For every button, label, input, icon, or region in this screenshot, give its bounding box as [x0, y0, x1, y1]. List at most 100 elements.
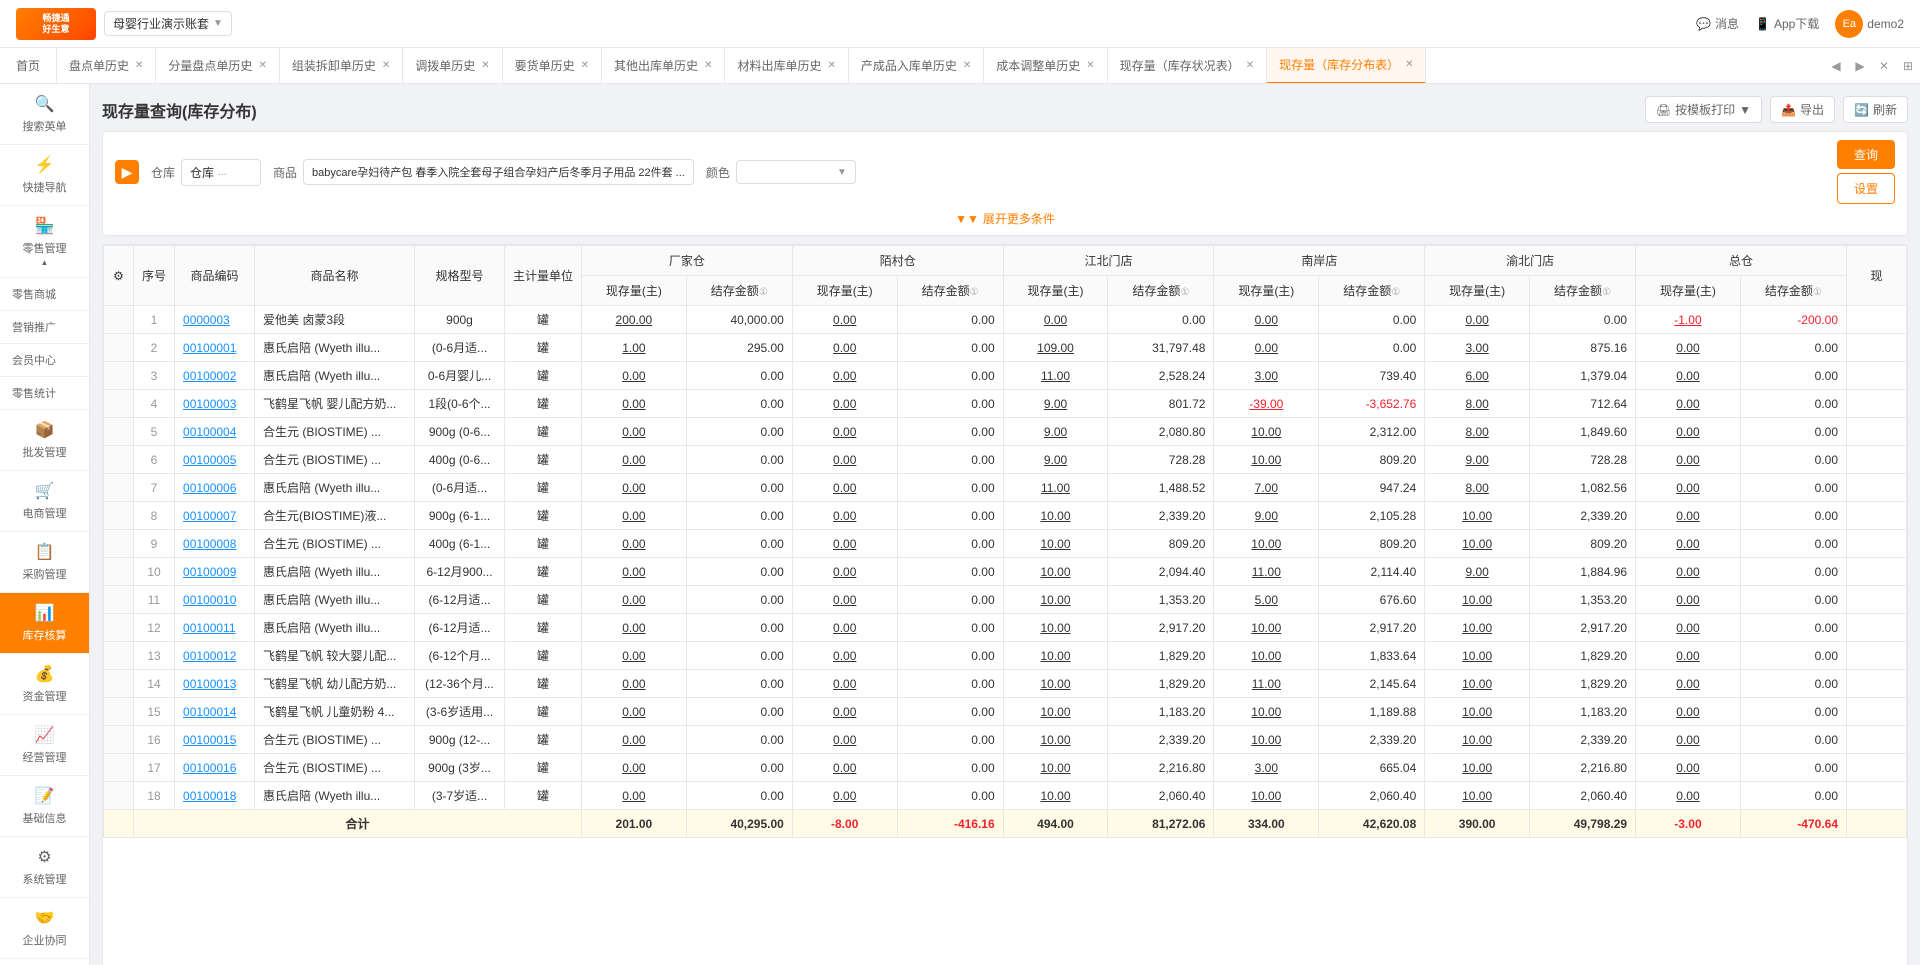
sidebar-item-guide[interactable]: 🎯 新手引导	[0, 959, 89, 965]
row-yb-stock[interactable]: 10.00	[1425, 502, 1530, 530]
row-na-stock[interactable]: 5.00	[1214, 586, 1319, 614]
row-f-stock[interactable]: 0.00	[582, 670, 687, 698]
row-m-stock[interactable]: 0.00	[792, 446, 897, 474]
row-jb-stock[interactable]: 11.00	[1003, 362, 1108, 390]
row-na-stock[interactable]: 9.00	[1214, 502, 1319, 530]
gear-icon[interactable]: ⚙	[113, 269, 124, 283]
row-total-stock[interactable]: 0.00	[1636, 726, 1741, 754]
row-jb-stock[interactable]: 11.00	[1003, 474, 1108, 502]
row-total-stock[interactable]: 0.00	[1636, 418, 1741, 446]
row-m-stock[interactable]: 0.00	[792, 418, 897, 446]
tab-close-produce[interactable]: ✕	[963, 60, 971, 71]
row-total-stock[interactable]: 0.00	[1636, 390, 1741, 418]
tab-cost-adjust[interactable]: 成本调整单历史 ✕	[984, 48, 1107, 84]
row-jb-stock[interactable]: 10.00	[1003, 586, 1108, 614]
row-m-stock[interactable]: 0.00	[792, 474, 897, 502]
row-m-stock[interactable]: 0.00	[792, 754, 897, 782]
sidebar-item-member[interactable]: 会员中心	[0, 344, 89, 377]
row-code[interactable]: 00100014	[175, 698, 255, 726]
info-icon-4[interactable]: ①	[1391, 287, 1400, 298]
row-f-stock[interactable]: 0.00	[582, 614, 687, 642]
tab-close-purchase[interactable]: ✕	[581, 60, 589, 71]
warehouse-select[interactable]: 仓库 ...	[181, 159, 261, 186]
row-na-stock[interactable]: 10.00	[1214, 698, 1319, 726]
sidebar-item-system[interactable]: ⚙ 系统管理	[0, 837, 89, 898]
row-f-stock[interactable]: 0.00	[582, 586, 687, 614]
tab-close-dist[interactable]: ✕	[1405, 59, 1413, 70]
info-icon-2[interactable]: ①	[970, 287, 979, 298]
tab-home[interactable]: 首页	[0, 48, 57, 84]
row-yb-stock[interactable]: 8.00	[1425, 418, 1530, 446]
row-na-stock[interactable]: -39.00	[1214, 390, 1319, 418]
row-f-stock[interactable]: 0.00	[582, 446, 687, 474]
row-code[interactable]: 00100006	[175, 474, 255, 502]
row-na-stock[interactable]: 0.00	[1214, 306, 1319, 334]
row-total-stock[interactable]: 0.00	[1636, 502, 1741, 530]
row-total-stock[interactable]: 0.00	[1636, 754, 1741, 782]
row-m-stock[interactable]: 0.00	[792, 670, 897, 698]
row-jb-stock[interactable]: 9.00	[1003, 418, 1108, 446]
row-f-stock[interactable]: 0.00	[582, 530, 687, 558]
row-yb-stock[interactable]: 10.00	[1425, 530, 1530, 558]
row-m-stock[interactable]: 0.00	[792, 390, 897, 418]
row-f-stock[interactable]: 0.00	[582, 642, 687, 670]
row-jb-stock[interactable]: 10.00	[1003, 614, 1108, 642]
row-jb-stock[interactable]: 10.00	[1003, 642, 1108, 670]
row-jb-stock[interactable]: 10.00	[1003, 726, 1108, 754]
row-m-stock[interactable]: 0.00	[792, 502, 897, 530]
row-yb-stock[interactable]: 9.00	[1425, 558, 1530, 586]
row-code[interactable]: 00100016	[175, 754, 255, 782]
row-code[interactable]: 00100002	[175, 362, 255, 390]
tab-close-transfer[interactable]: ✕	[481, 60, 489, 71]
row-code[interactable]: 00100007	[175, 502, 255, 530]
company-selector[interactable]: 母婴行业演示账套 ▼	[104, 11, 232, 36]
tab-nav-close[interactable]: ✕	[1872, 48, 1896, 84]
row-total-stock[interactable]: 0.00	[1636, 642, 1741, 670]
row-code[interactable]: 0000003	[175, 306, 255, 334]
tab-category-count[interactable]: 分量盘点单历史 ✕	[156, 48, 279, 84]
row-f-stock[interactable]: 1.00	[582, 334, 687, 362]
row-yb-stock[interactable]: 9.00	[1425, 446, 1530, 474]
sidebar-item-enterprise[interactable]: 🤝 企业协同	[0, 898, 89, 959]
row-yb-stock[interactable]: 10.00	[1425, 726, 1530, 754]
row-m-stock[interactable]: 0.00	[792, 558, 897, 586]
row-m-stock[interactable]: 0.00	[792, 698, 897, 726]
tab-nav-prev[interactable]: ◀	[1824, 48, 1848, 84]
tab-material-out[interactable]: 材料出库单历史 ✕	[725, 48, 848, 84]
sidebar-item-wholesale[interactable]: 📦 批发管理	[0, 410, 89, 471]
row-total-stock[interactable]: 0.00	[1636, 334, 1741, 362]
row-code[interactable]: 00100001	[175, 334, 255, 362]
row-f-stock[interactable]: 0.00	[582, 502, 687, 530]
row-total-stock[interactable]: 0.00	[1636, 614, 1741, 642]
tab-stock-status[interactable]: 现存量（库存状况表） ✕	[1108, 48, 1267, 84]
row-code[interactable]: 00100018	[175, 782, 255, 810]
color-select[interactable]: ▼	[736, 160, 856, 184]
row-yb-stock[interactable]: 8.00	[1425, 390, 1530, 418]
row-f-stock[interactable]: 0.00	[582, 362, 687, 390]
tab-produce-in[interactable]: 产成品入库单历史 ✕	[849, 48, 984, 84]
row-total-stock[interactable]: 0.00	[1636, 362, 1741, 390]
tab-other-out[interactable]: 其他出库单历史 ✕	[602, 48, 725, 84]
row-jb-stock[interactable]: 10.00	[1003, 558, 1108, 586]
row-f-stock[interactable]: 0.00	[582, 418, 687, 446]
expand-conditions[interactable]: ▼▼ 展开更多条件	[115, 210, 1895, 227]
goods-select[interactable]: babycare孕妇待产包 春季入院全套母子组合孕妇产后冬季月子用品 22件套 …	[303, 159, 694, 185]
row-jb-stock[interactable]: 10.00	[1003, 670, 1108, 698]
row-f-stock[interactable]: 0.00	[582, 754, 687, 782]
settings-btn[interactable]: 设置	[1837, 173, 1895, 204]
row-yb-stock[interactable]: 10.00	[1425, 642, 1530, 670]
row-code[interactable]: 00100011	[175, 614, 255, 642]
row-yb-stock[interactable]: 3.00	[1425, 334, 1530, 362]
tab-close-other[interactable]: ✕	[704, 60, 712, 71]
row-jb-stock[interactable]: 109.00	[1003, 334, 1108, 362]
row-total-stock[interactable]: -1.00	[1636, 306, 1741, 334]
row-m-stock[interactable]: 0.00	[792, 782, 897, 810]
row-code[interactable]: 00100013	[175, 670, 255, 698]
row-na-stock[interactable]: 10.00	[1214, 418, 1319, 446]
info-icon-6[interactable]: ①	[1813, 287, 1822, 298]
row-total-stock[interactable]: 0.00	[1636, 446, 1741, 474]
row-code[interactable]: 00100005	[175, 446, 255, 474]
row-f-stock[interactable]: 0.00	[582, 698, 687, 726]
refresh-btn[interactable]: 🔄 刷新	[1843, 96, 1908, 123]
user-area[interactable]: Ea demo2	[1835, 10, 1904, 38]
